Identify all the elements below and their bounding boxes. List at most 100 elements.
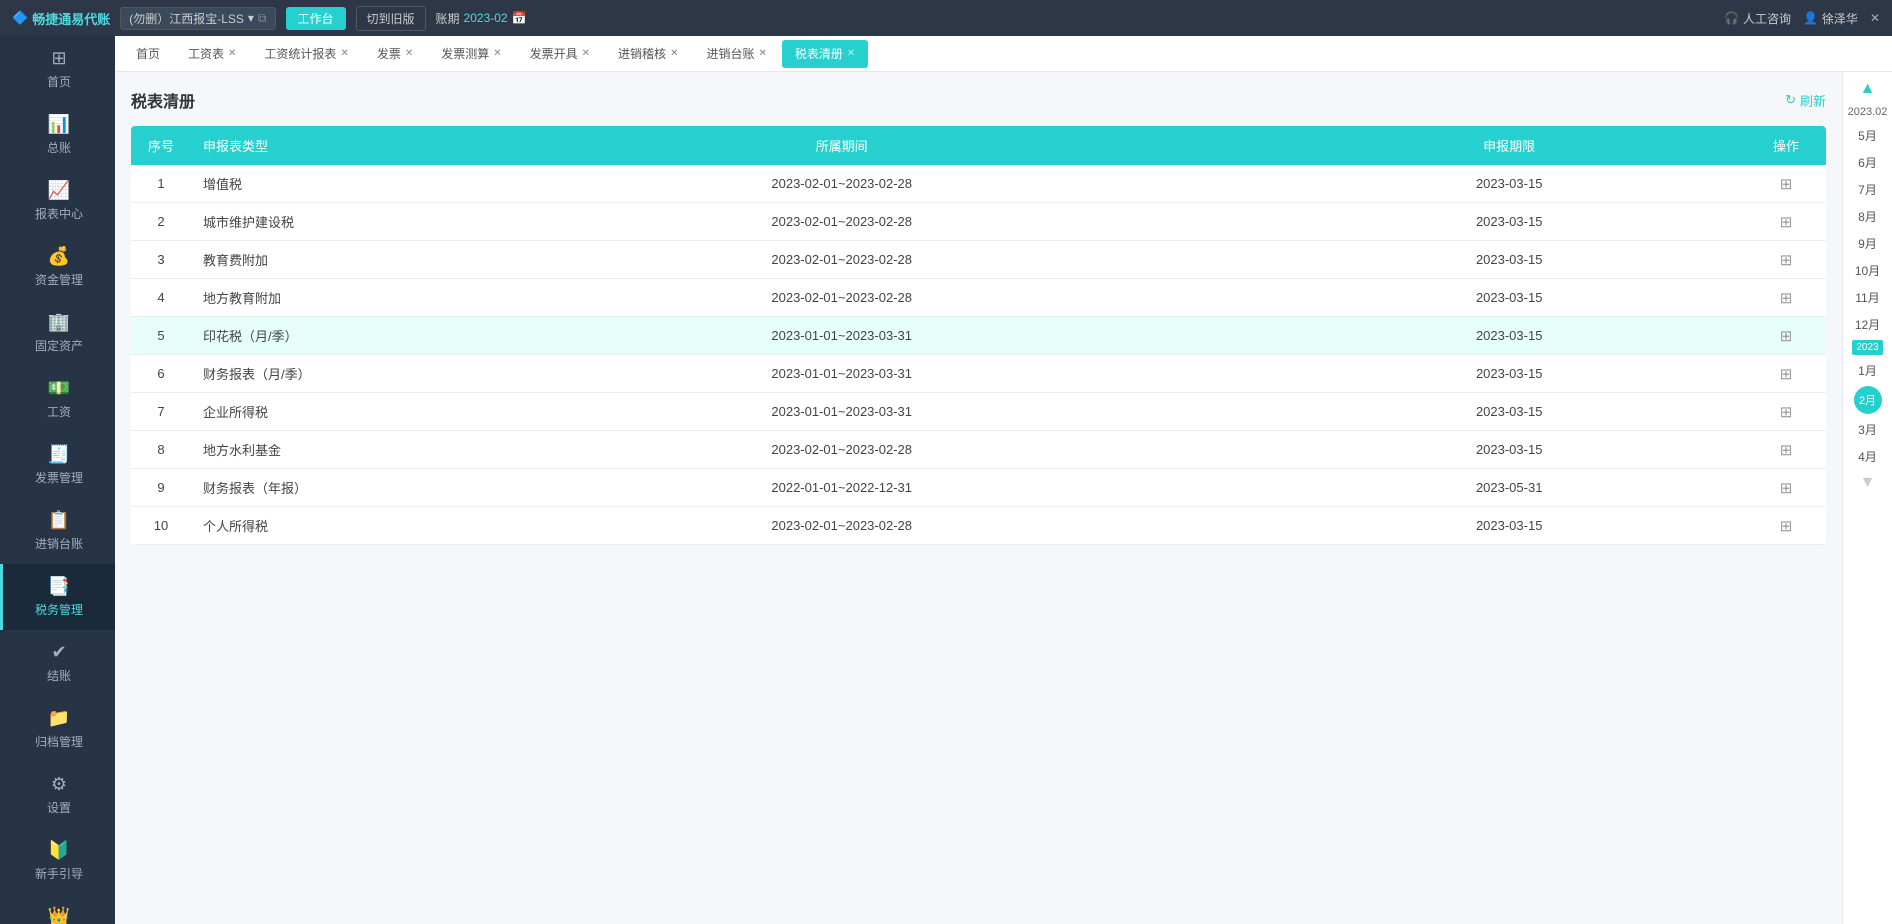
cell-type: 财务报表（月/季）	[191, 355, 411, 393]
date-month-9[interactable]: 9月	[1843, 230, 1892, 257]
tax-table: 序号 申报表类型 所属期间 申报期限 操作 1 增值税 2023-02-01~2…	[131, 126, 1826, 545]
date-month-12[interactable]: 12月	[1843, 311, 1892, 338]
cell-type: 增值税	[191, 165, 411, 203]
date-month-10[interactable]: 10月	[1843, 257, 1892, 284]
cell-type: 地方水利基金	[191, 431, 411, 469]
window-close-icon[interactable]: ✕	[1870, 11, 1880, 25]
col-period: 所属期间	[411, 126, 1272, 165]
tab-close-payroll[interactable]: ✕	[228, 48, 236, 59]
action-icon[interactable]: ⊞	[1780, 328, 1793, 345]
sidebar-item-home[interactable]: ⊞ 首页	[0, 36, 115, 102]
guide-icon: 🔰	[48, 840, 70, 861]
sidebar-item-ledger[interactable]: 📊 总账	[0, 102, 115, 168]
sidebar-item-settings[interactable]: ⚙ 设置	[0, 762, 115, 828]
cell-action: ⊞	[1746, 469, 1826, 507]
tab-payroll[interactable]: 工资表 ✕	[175, 40, 249, 68]
tab-home[interactable]: 首页	[123, 40, 173, 68]
action-icon[interactable]: ⊞	[1780, 480, 1793, 497]
sidebar-item-guide[interactable]: 🔰 新手引导	[0, 828, 115, 894]
cell-declare-date: 2023-03-15	[1272, 279, 1746, 317]
date-month-11[interactable]: 11月	[1843, 284, 1892, 311]
tab-close-purchase-ledger[interactable]: ✕	[758, 48, 766, 59]
cell-action: ⊞	[1746, 431, 1826, 469]
action-icon[interactable]: ⊞	[1780, 214, 1793, 231]
sidebar: ⊞ 首页 📊 总账 📈 报表中心 💰 资金管理 🏢 固定资产 💵 工资 🧾 发票…	[0, 36, 115, 924]
tab-payroll-report[interactable]: 工资统计报表 ✕	[251, 40, 361, 68]
cell-seq: 4	[131, 279, 191, 317]
date-month-7[interactable]: 7月	[1843, 176, 1892, 203]
tab-invoice[interactable]: 发票 ✕	[364, 40, 426, 68]
tabs-bar: 首页 工资表 ✕ 工资统计报表 ✕ 发票 ✕ 发票测算 ✕ 发票开具 ✕	[115, 36, 1892, 72]
date-nav-down[interactable]: ▼	[1856, 470, 1880, 496]
tab-close-invoice-check[interactable]: ✕	[493, 48, 501, 59]
switch-old-button[interactable]: 切到旧版	[356, 6, 426, 31]
cell-seq: 3	[131, 241, 191, 279]
date-month-2-active[interactable]: 2月	[1854, 386, 1882, 414]
tab-purchase-check[interactable]: 进销稽核 ✕	[605, 40, 691, 68]
date-sidebar-header: 2023.02	[1848, 102, 1888, 122]
cell-declare-date: 2023-03-15	[1272, 393, 1746, 431]
sidebar-item-reports[interactable]: 📈 报表中心	[0, 168, 115, 234]
sidebar-item-member[interactable]: 👑 畅会员	[0, 894, 115, 924]
refresh-icon: ↻	[1785, 92, 1796, 108]
sidebar-item-tax[interactable]: 📑 税务管理	[0, 564, 115, 630]
sidebar-item-payroll[interactable]: 💵 工资	[0, 366, 115, 432]
tab-close-payroll-report[interactable]: ✕	[340, 48, 348, 59]
table-row: 8 地方水利基金 2023-02-01~2023-02-28 2023-03-1…	[131, 431, 1826, 469]
action-icon[interactable]: ⊞	[1780, 404, 1793, 421]
date-month-8[interactable]: 8月	[1843, 203, 1892, 230]
sidebar-item-invoice[interactable]: 🧾 发票管理	[0, 432, 115, 498]
invoice-icon: 🧾	[48, 444, 70, 465]
sidebar-item-archive[interactable]: 📁 归档管理	[0, 696, 115, 762]
sidebar-item-settlement[interactable]: ✔ 结账	[0, 630, 115, 696]
company-selector[interactable]: (勿删）江西报宝-LSS ▾ ⧉	[120, 7, 275, 30]
top-bar: 🔷 畅捷通易代账 (勿删）江西报宝-LSS ▾ ⧉ 工作台 切到旧版 账期 20…	[0, 0, 1892, 36]
cell-type: 印花税（月/季）	[191, 317, 411, 355]
tab-close-purchase-check[interactable]: ✕	[670, 48, 678, 59]
action-icon[interactable]: ⊞	[1780, 442, 1793, 459]
table-row: 1 增值税 2023-02-01~2023-02-28 2023-03-15 ⊞	[131, 165, 1826, 203]
assets-icon: 🏢	[48, 312, 70, 333]
settlement-icon: ✔	[51, 642, 66, 663]
tab-purchase-ledger[interactable]: 进销台账 ✕	[693, 40, 779, 68]
user-profile[interactable]: 👤 徐泽华	[1803, 10, 1858, 27]
date-month-3[interactable]: 3月	[1843, 416, 1892, 443]
date-month-4[interactable]: 4月	[1843, 443, 1892, 470]
action-icon[interactable]: ⊞	[1780, 290, 1793, 307]
cell-action: ⊞	[1746, 393, 1826, 431]
date-month-6[interactable]: 6月	[1843, 149, 1892, 176]
cell-seq: 7	[131, 393, 191, 431]
refresh-button[interactable]: ↻ 刷新	[1785, 91, 1826, 110]
sidebar-item-assets[interactable]: 🏢 固定资产	[0, 300, 115, 366]
action-icon[interactable]: ⊞	[1780, 176, 1793, 193]
date-month-5[interactable]: 5月	[1843, 122, 1892, 149]
action-icon[interactable]: ⊞	[1780, 518, 1793, 535]
dropdown-icon: ▾	[248, 11, 254, 25]
tab-tax-list[interactable]: 税表清册 ✕	[782, 40, 868, 68]
cell-action: ⊞	[1746, 203, 1826, 241]
date-month-1[interactable]: 1月	[1843, 357, 1892, 384]
cell-seq: 9	[131, 469, 191, 507]
date-nav-up[interactable]: ▲	[1856, 76, 1880, 102]
action-icon[interactable]: ⊞	[1780, 252, 1793, 269]
cell-period: 2023-02-01~2023-02-28	[411, 165, 1272, 203]
tab-invoice-check[interactable]: 发票测算 ✕	[428, 40, 514, 68]
cell-declare-date: 2023-03-15	[1272, 317, 1746, 355]
app-logo: 🔷 畅捷通易代账	[12, 9, 110, 28]
period-display: 账期 2023-02 📅	[436, 10, 527, 27]
tab-invoice-open[interactable]: 发票开具 ✕	[517, 40, 603, 68]
tab-close-invoice[interactable]: ✕	[405, 48, 413, 59]
workbench-button[interactable]: 工作台	[286, 7, 346, 30]
headset-icon: 🎧	[1724, 11, 1739, 25]
cell-declare-date: 2023-03-15	[1272, 203, 1746, 241]
main-content: 税表清册 ↻ 刷新 序号 申报表类型 所属期间 申报期限 操作	[115, 72, 1842, 924]
tab-close-invoice-open[interactable]: ✕	[582, 48, 590, 59]
action-icon[interactable]: ⊞	[1780, 366, 1793, 383]
ai-consult[interactable]: 🎧 人工咨询	[1724, 10, 1791, 27]
tab-close-tax-list[interactable]: ✕	[847, 48, 855, 59]
cell-declare-date: 2023-03-15	[1272, 241, 1746, 279]
table-row: 6 财务报表（月/季） 2023-01-01~2023-03-31 2023-0…	[131, 355, 1826, 393]
sidebar-item-funds[interactable]: 💰 资金管理	[0, 234, 115, 300]
cell-seq: 5	[131, 317, 191, 355]
sidebar-item-purchase[interactable]: 📋 进销台账	[0, 498, 115, 564]
